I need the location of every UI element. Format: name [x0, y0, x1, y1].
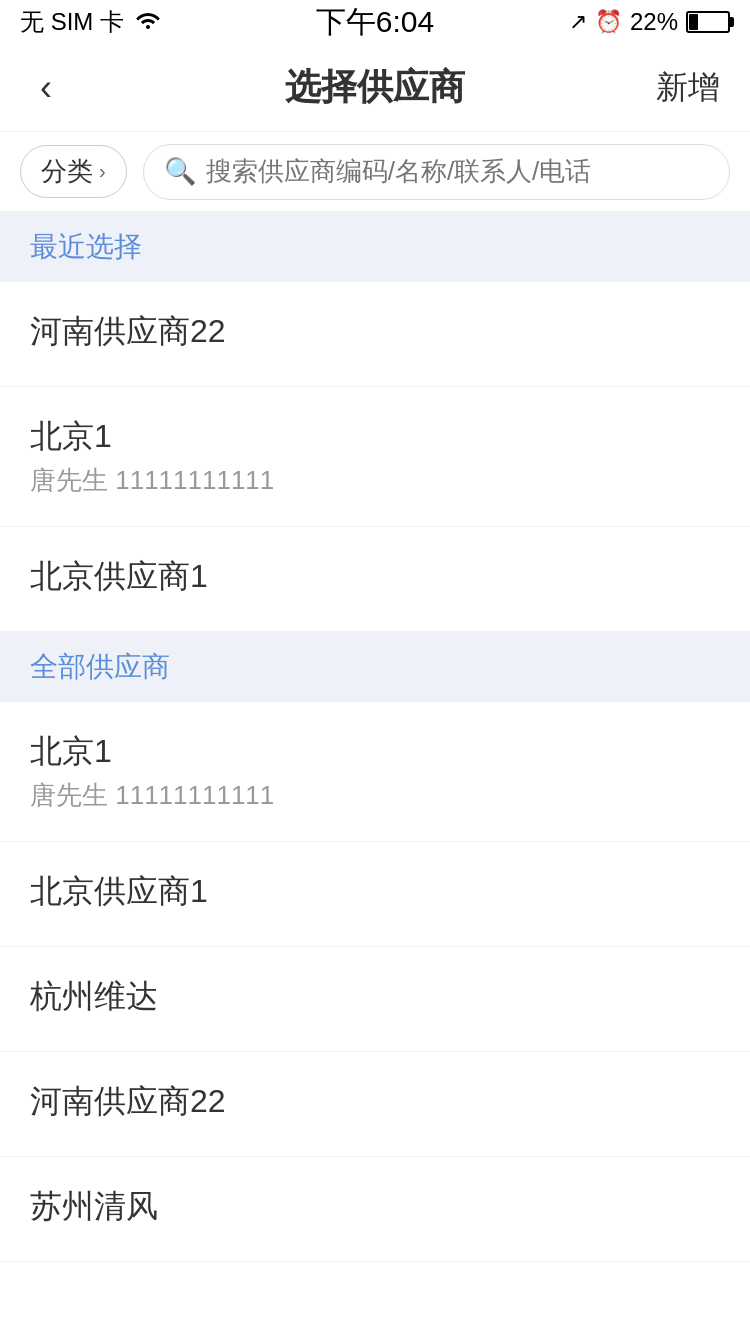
list-item[interactable]: 北京1 唐先生 11111111111 [0, 387, 750, 527]
category-button[interactable]: 分类 › [20, 145, 127, 198]
alarm-icon: ⏰ [595, 9, 622, 35]
wifi-icon [134, 8, 162, 36]
list-item[interactable]: 北京供应商1 [0, 842, 750, 947]
item-name: 北京供应商1 [30, 870, 720, 914]
category-label: 分类 [41, 154, 93, 189]
search-box[interactable]: 🔍 [143, 144, 730, 200]
item-name: 北京供应商1 [30, 555, 720, 599]
item-name: 苏州清风 [30, 1185, 720, 1229]
all-section-label: 全部供应商 [30, 651, 170, 682]
item-name: 河南供应商22 [30, 1080, 720, 1124]
new-action-button[interactable]: 新增 [656, 66, 720, 110]
list-item[interactable]: 河南供应商22 [0, 1052, 750, 1157]
location-icon: ↗ [569, 9, 587, 35]
chevron-right-icon: › [99, 160, 106, 183]
search-icon: 🔍 [164, 156, 196, 187]
list-item[interactable]: 北京1 唐先生 11111111111 [0, 702, 750, 842]
list-item[interactable]: 杭州维达 [0, 947, 750, 1052]
all-section-header: 全部供应商 [0, 632, 750, 702]
status-time: 下午6:04 [316, 2, 434, 43]
item-name: 杭州维达 [30, 975, 720, 1019]
item-name: 北京1 [30, 415, 720, 459]
item-name: 河南供应商22 [30, 310, 720, 354]
recent-section-header: 最近选择 [0, 212, 750, 282]
status-right: ↗ ⏰ 22% [569, 8, 730, 36]
page-title: 选择供应商 [285, 63, 465, 112]
battery-icon [686, 11, 730, 33]
item-sub: 唐先生 11111111111 [30, 463, 720, 498]
item-sub: 唐先生 11111111111 [30, 778, 720, 813]
battery-text: 22% [630, 8, 678, 36]
nav-bar: ‹ 选择供应商 新增 [0, 44, 750, 132]
list-item[interactable]: 河南供应商22 [0, 282, 750, 387]
list-item[interactable]: 苏州清风 [0, 1157, 750, 1262]
filter-bar: 分类 › 🔍 [0, 132, 750, 212]
all-suppliers-list: 北京1 唐先生 11111111111 北京供应商1 杭州维达河南供应商22 苏州清风 [0, 702, 750, 1262]
list-item[interactable]: 北京供应商1 [0, 527, 750, 632]
recent-list: 河南供应商22 北京1 唐先生 11111111111 北京供应商1 [0, 282, 750, 632]
status-bar: 无 SIM 卡 下午6:04 ↗ ⏰ 22% [0, 0, 750, 44]
recent-section-label: 最近选择 [30, 231, 142, 262]
search-input[interactable] [206, 156, 709, 187]
back-button[interactable]: ‹ [30, 57, 62, 119]
status-left: 无 SIM 卡 [20, 6, 162, 38]
item-name: 北京1 [30, 730, 720, 774]
carrier-text: 无 SIM 卡 [20, 6, 124, 38]
